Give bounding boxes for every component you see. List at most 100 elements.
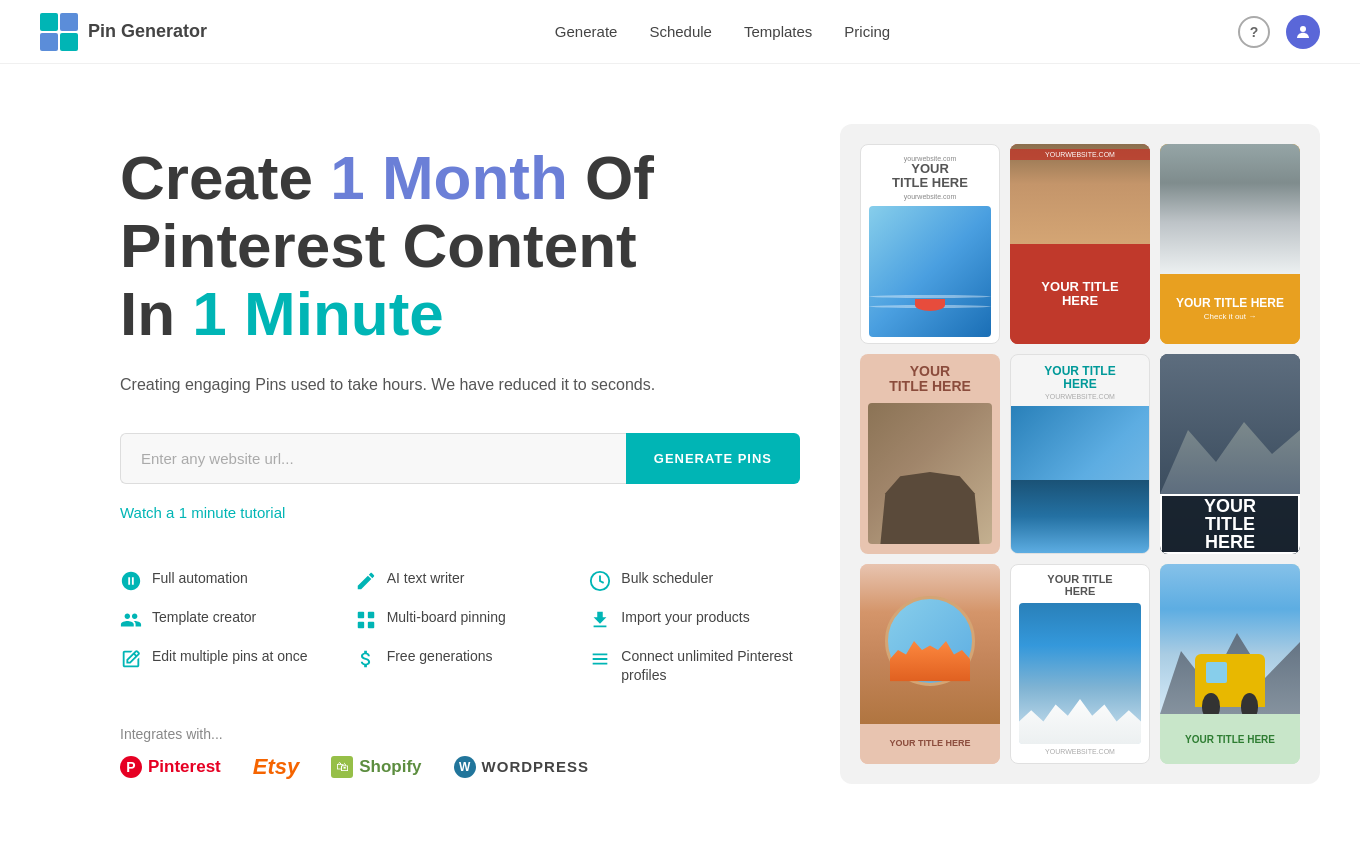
pin5-image bbox=[1011, 406, 1149, 553]
pinterest-icon: P bbox=[120, 756, 142, 778]
boat-shape bbox=[915, 299, 945, 311]
blue-city-shape bbox=[1011, 480, 1149, 553]
pin3-image bbox=[1160, 144, 1300, 274]
etsy-logo: Etsy bbox=[253, 754, 299, 780]
pin3-bottom: YOUR TITLE HERE Check it out → bbox=[1160, 274, 1300, 344]
feature-edit-label: Edit multiple pins at once bbox=[152, 647, 308, 667]
shopify-icon: 🛍 bbox=[331, 756, 353, 778]
svg-rect-0 bbox=[40, 13, 58, 31]
feature-template: Template creator bbox=[120, 608, 331, 631]
generate-button[interactable]: GENERATE PINS bbox=[626, 433, 800, 484]
van-wheel-left bbox=[1202, 693, 1220, 714]
feature-template-label: Template creator bbox=[152, 608, 256, 628]
pin5-title: YOUR TITLEHERE bbox=[1044, 365, 1115, 391]
ai-icon bbox=[355, 570, 377, 592]
pin9-image bbox=[1160, 564, 1300, 714]
nav-pricing[interactable]: Pricing bbox=[844, 23, 890, 40]
pin6-title: YOURTITLEHERE bbox=[1204, 497, 1256, 551]
feature-automation: Full automation bbox=[120, 569, 331, 592]
feature-automation-label: Full automation bbox=[152, 569, 248, 589]
pin2-title: YOUR TITLEHERE bbox=[1041, 280, 1118, 309]
pin-grid-section: YOURWEBSITE.COM YOURTITLE HERE YOURWEBSI… bbox=[840, 124, 1320, 784]
pin-card-1: YOURWEBSITE.COM YOURTITLE HERE YOURWEBSI… bbox=[860, 144, 1000, 344]
hero-title-plain1: Create bbox=[120, 143, 330, 212]
pin-card-3: YOUR TITLE HERE Check it out → bbox=[1160, 144, 1300, 344]
pin8-url: YOURWEBSITE.COM bbox=[1045, 748, 1115, 755]
pin2-bottom: YOUR TITLEHERE bbox=[1010, 244, 1150, 344]
free-icon bbox=[355, 648, 377, 670]
pin-card-8: YOUR TITLEHERE YOURWEBSITE.COM bbox=[1010, 564, 1150, 764]
pin1-title: YOURTITLE HERE bbox=[892, 162, 968, 191]
pin7-city bbox=[890, 637, 970, 682]
pin7-title: YOUR TITLE HERE bbox=[889, 739, 970, 749]
pin-card-5: YOUR TITLEHERE YOURWEBSITE.COM bbox=[1010, 354, 1150, 554]
feature-multiboard-label: Multi-board pinning bbox=[387, 608, 506, 628]
pin5-url: YOURWEBSITE.COM bbox=[1045, 393, 1115, 400]
pin-grid: YOURWEBSITE.COM YOURTITLE HERE YOURWEBSI… bbox=[860, 144, 1300, 764]
pin6-overlay: YOURTITLEHERE bbox=[1160, 494, 1300, 554]
integrations-row: P Pinterest Etsy 🛍 Shopify W WordPress bbox=[120, 754, 800, 780]
multiboard-icon bbox=[355, 609, 377, 631]
motorcycle-shape bbox=[880, 459, 979, 544]
pin3-title: YOUR TITLE HERE bbox=[1176, 297, 1284, 310]
feature-multiboard: Multi-board pinning bbox=[355, 608, 566, 631]
pin2-url: YOURWEBSITE.COM bbox=[1010, 149, 1150, 160]
svg-rect-7 bbox=[367, 611, 373, 617]
automation-icon bbox=[120, 570, 142, 592]
header-actions: ? bbox=[1238, 15, 1320, 49]
wordpress-logo: W WordPress bbox=[454, 756, 589, 778]
van-window bbox=[1206, 662, 1227, 683]
shopify-label: Shopify bbox=[359, 757, 421, 777]
edit-icon bbox=[120, 648, 142, 670]
nav-generate[interactable]: Generate bbox=[555, 23, 618, 40]
hero-highlight-month: 1 Month bbox=[330, 143, 568, 212]
hero-subtitle: Creating engaging Pins used to take hour… bbox=[120, 373, 800, 397]
hero-section: Create 1 Month OfPinterest ContentIn 1 M… bbox=[120, 124, 800, 780]
url-input-row: GENERATE PINS bbox=[120, 433, 800, 484]
pin-card-9: YOUR TITLE HERE bbox=[1160, 564, 1300, 764]
feature-free-label: Free generations bbox=[387, 647, 493, 667]
logo-icon bbox=[40, 13, 78, 51]
feature-edit: Edit multiple pins at once bbox=[120, 647, 331, 686]
feature-free: Free generations bbox=[355, 647, 566, 686]
pin8-image bbox=[1019, 603, 1141, 744]
pin9-bottom: YOUR TITLE HERE bbox=[1160, 714, 1300, 764]
help-button[interactable]: ? bbox=[1238, 16, 1270, 48]
pin4-title: YOURTITLE HERE bbox=[889, 364, 971, 395]
feature-import: Import your products bbox=[589, 608, 800, 631]
user-avatar[interactable] bbox=[1286, 15, 1320, 49]
features-grid: Full automation AI text writer Bulk sche… bbox=[120, 569, 800, 686]
logo-text: Pin Generator bbox=[88, 21, 207, 42]
pinterest-label: Pinterest bbox=[148, 757, 221, 777]
shopify-logo: 🛍 Shopify bbox=[331, 756, 421, 778]
pin1-image bbox=[869, 206, 991, 337]
pin7-arch bbox=[885, 596, 975, 686]
pin1-url2: YOURWEBSITE.COM bbox=[904, 193, 957, 200]
main-nav: Generate Schedule Templates Pricing bbox=[555, 23, 890, 40]
feature-import-label: Import your products bbox=[621, 608, 749, 628]
svg-rect-2 bbox=[40, 33, 58, 51]
pin4-image bbox=[868, 403, 992, 544]
santorini-shape bbox=[1019, 688, 1141, 744]
nav-schedule[interactable]: Schedule bbox=[649, 23, 712, 40]
wordpress-label: WordPress bbox=[482, 758, 589, 775]
svg-rect-8 bbox=[357, 621, 363, 627]
pin-card-7: YOUR TITLE HERE bbox=[860, 564, 1000, 764]
url-input[interactable] bbox=[120, 433, 626, 484]
tutorial-link[interactable]: Watch a 1 minute tutorial bbox=[120, 504, 285, 521]
van-wheel-right bbox=[1241, 693, 1259, 714]
pin5-top: YOUR TITLEHERE YOURWEBSITE.COM bbox=[1011, 355, 1149, 406]
hero-title: Create 1 Month OfPinterest ContentIn 1 M… bbox=[120, 144, 800, 349]
pin9-title: YOUR TITLE HERE bbox=[1185, 734, 1275, 745]
template-icon bbox=[120, 609, 142, 631]
pinterest-logo: P Pinterest bbox=[120, 756, 221, 778]
svg-rect-6 bbox=[357, 611, 363, 617]
integrations-section: Integrates with... P Pinterest Etsy 🛍 Sh… bbox=[120, 726, 800, 780]
nav-templates[interactable]: Templates bbox=[744, 23, 812, 40]
feature-bulk: Bulk scheduler bbox=[589, 569, 800, 592]
pin-card-6: YOURTITLEHERE bbox=[1160, 354, 1300, 554]
feature-ai: AI text writer bbox=[355, 569, 566, 592]
logo[interactable]: Pin Generator bbox=[40, 13, 207, 51]
pin7-image bbox=[860, 564, 1000, 724]
svg-rect-9 bbox=[367, 621, 373, 627]
